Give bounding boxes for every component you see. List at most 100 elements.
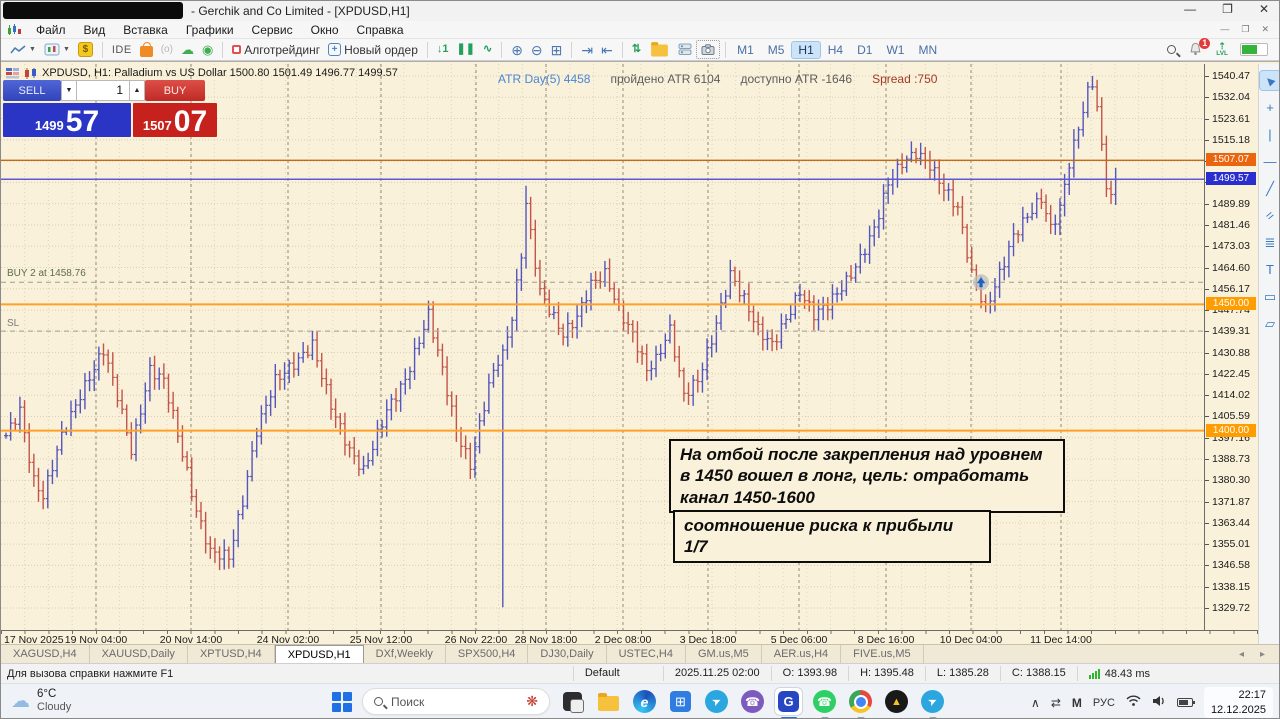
tray-wifi[interactable] <box>1126 695 1141 710</box>
algo-trading-button[interactable]: Алготрейдинг <box>228 40 324 59</box>
chart-type-button[interactable]: ▼ <box>6 40 40 59</box>
crosshair-icon[interactable]: + <box>1260 98 1279 117</box>
gerchik-terminal-icon[interactable]: G <box>774 687 803 718</box>
volume-input[interactable]: 1 <box>77 80 129 101</box>
auto-scroll-button[interactable]: ⇅ <box>628 40 645 59</box>
close-button[interactable]: ✕ <box>1259 2 1269 16</box>
tab-xauusd-daily[interactable]: XAUUSD,Daily <box>90 645 188 663</box>
text-label-icon[interactable]: T <box>1260 260 1279 279</box>
tab-five-us-m5[interactable]: FIVE.us,M5 <box>841 645 924 663</box>
tab-aer-us-h4[interactable]: AER.us,H4 <box>762 645 842 663</box>
menu-item-файл[interactable]: Файл <box>27 23 75 37</box>
deposit-button[interactable]: $ <box>74 40 97 59</box>
shift-end-button[interactable]: ⇥ <box>577 40 597 59</box>
ask-price-panel[interactable]: 1507 07 <box>133 103 217 137</box>
annotation-box-entry[interactable]: На отбой после закрепления над уровнем в… <box>669 439 1065 514</box>
tab-xagusd-h4[interactable]: XAGUSD,H4 <box>1 645 90 663</box>
maximize-button[interactable]: ❐ <box>1222 2 1233 16</box>
child-close-button[interactable]: ✕ <box>1261 24 1269 35</box>
tray-battery[interactable] <box>1176 698 1195 707</box>
sell-button[interactable]: SELL <box>3 80 61 101</box>
connection-status[interactable]: 48.43 ms <box>1076 666 1161 681</box>
candles-mode-button[interactable]: ❚❚ <box>453 40 479 59</box>
timeframe-m5-button[interactable]: M5 <box>762 42 791 58</box>
line-mode-button[interactable]: ∿ <box>479 40 496 59</box>
tab-dj30-daily[interactable]: DJ30,Daily <box>528 645 607 663</box>
viber-icon[interactable]: ☎ <box>739 688 766 715</box>
microsoft-store-icon[interactable]: ⊞ <box>667 688 694 715</box>
tray-volume[interactable] <box>1152 695 1166 710</box>
telegram-icon[interactable]: ➤ <box>703 688 730 715</box>
child-minimize-button[interactable]: — <box>1220 24 1229 35</box>
ide-button[interactable]: IDE <box>108 40 136 59</box>
bars-mode-button[interactable]: ↓1 <box>433 40 453 59</box>
price-chart-canvas[interactable] <box>1 64 1204 630</box>
timeframe-h1-button[interactable]: H1 <box>791 40 821 59</box>
shift-back-button[interactable]: ⇤ <box>597 40 617 59</box>
time-axis[interactable]: 17 Nov 2025 19 Nov 04:00 20 Nov 14:00 24 No… <box>1 630 1258 646</box>
equidistant-channel-icon[interactable]: = <box>1260 206 1279 225</box>
whatsapp-icon[interactable]: ☎ <box>811 688 838 718</box>
child-restore-button[interactable]: ❐ <box>1241 24 1249 35</box>
tab-xptusd-h4[interactable]: XPTUSD,H4 <box>188 645 275 663</box>
tab-xpdusd-h1[interactable]: XPDUSD,H1 <box>274 645 364 663</box>
vertical-line-icon[interactable]: | <box>1260 125 1279 144</box>
tray-language-indicator[interactable]: РУС <box>1093 697 1115 709</box>
new-order-button[interactable]: + Новый ордер <box>324 40 422 59</box>
volume-decrease-button[interactable]: ▼ <box>61 80 77 101</box>
screenshot-button[interactable] <box>696 40 721 59</box>
profile-segment[interactable]: Default <box>572 666 663 681</box>
tab-scroll-left[interactable]: ◂ <box>1239 649 1244 660</box>
signals-button[interactable]: (o) <box>157 40 177 59</box>
zoom-in-button[interactable]: ⊕ <box>507 40 527 59</box>
depth-of-market-button[interactable] <box>674 40 696 59</box>
templates-button[interactable] <box>645 40 674 59</box>
horizontal-line-icon[interactable]: ― <box>1260 152 1279 171</box>
annotation-box-risk[interactable]: соотношение риска к прибыли 1/7 <box>673 510 991 563</box>
zoom-out-button[interactable]: ⊖ <box>527 40 547 59</box>
timeframe-mn-button[interactable]: MN <box>912 42 943 58</box>
edge-browser-icon[interactable]: e <box>631 688 658 715</box>
shapes-icon[interactable]: ▱ <box>1260 314 1279 333</box>
menu-item-вид[interactable]: Вид <box>75 23 115 37</box>
file-explorer-icon[interactable] <box>595 688 622 715</box>
buy-position-label[interactable]: BUY 2 at 1458.76 <box>7 268 86 279</box>
cursor-icon[interactable]: ◄ <box>1259 70 1279 91</box>
depth-icon[interactable] <box>6 67 19 79</box>
market-button[interactable] <box>136 40 157 59</box>
fibo-lines-icon[interactable]: ≣ <box>1260 233 1279 252</box>
community-button[interactable]: ◉ <box>198 40 217 59</box>
start-button[interactable] <box>331 691 353 713</box>
menu-item-вставка[interactable]: Вставка <box>114 23 177 37</box>
telegram-2-icon[interactable]: ➤ <box>919 688 946 718</box>
cloud-button[interactable]: ☁ <box>177 40 198 59</box>
chart-preview-button[interactable]: ▼ <box>40 40 74 59</box>
bid-price-panel[interactable]: 1499 57 <box>3 103 131 137</box>
tile-windows-button[interactable]: ⊞ <box>547 40 567 59</box>
trendline-icon[interactable]: ╱ <box>1260 179 1279 198</box>
stop-loss-label[interactable]: SL <box>7 318 19 329</box>
taskbar-clock[interactable]: 22:17 12.12.2025 <box>1203 687 1273 718</box>
lvl-indicator[interactable]: ⇡ LVL <box>1216 41 1228 58</box>
task-view-icon[interactable] <box>559 688 586 715</box>
tab-spx500-h4[interactable]: SPX500,H4 <box>446 645 529 663</box>
notifications-button[interactable]: 1 <box>1188 37 1211 58</box>
one-click-trading-icon[interactable] <box>24 67 37 79</box>
menu-item-сервис[interactable]: Сервис <box>243 23 302 37</box>
chrome-icon[interactable] <box>847 688 874 718</box>
minimize-button[interactable]: — <box>1184 2 1196 16</box>
price-axis[interactable]: 1540.471532.041523.611515.181506.751498.… <box>1204 64 1258 630</box>
volume-increase-button[interactable]: ▲ <box>129 80 145 101</box>
buy-button[interactable]: BUY <box>145 80 205 101</box>
triangle-app-icon[interactable]: ▲ <box>883 688 910 715</box>
tab-ustec-h4[interactable]: USTEC,H4 <box>607 645 686 663</box>
timeframe-w1-button[interactable]: W1 <box>880 42 910 58</box>
search-box[interactable]: Поиск ❋ <box>362 688 550 715</box>
search-icon[interactable] <box>1167 45 1177 54</box>
tab-scroll-right[interactable]: ▸ <box>1260 649 1265 660</box>
tab-dxf-weekly[interactable]: DXf,Weekly <box>364 645 446 663</box>
menu-item-графики[interactable]: Графики <box>177 23 243 37</box>
menu-item-окно[interactable]: Окно <box>302 23 348 37</box>
weather-widget[interactable]: ☁ 6°C Cloudy <box>11 687 71 715</box>
menu-item-справка[interactable]: Справка <box>348 23 413 37</box>
